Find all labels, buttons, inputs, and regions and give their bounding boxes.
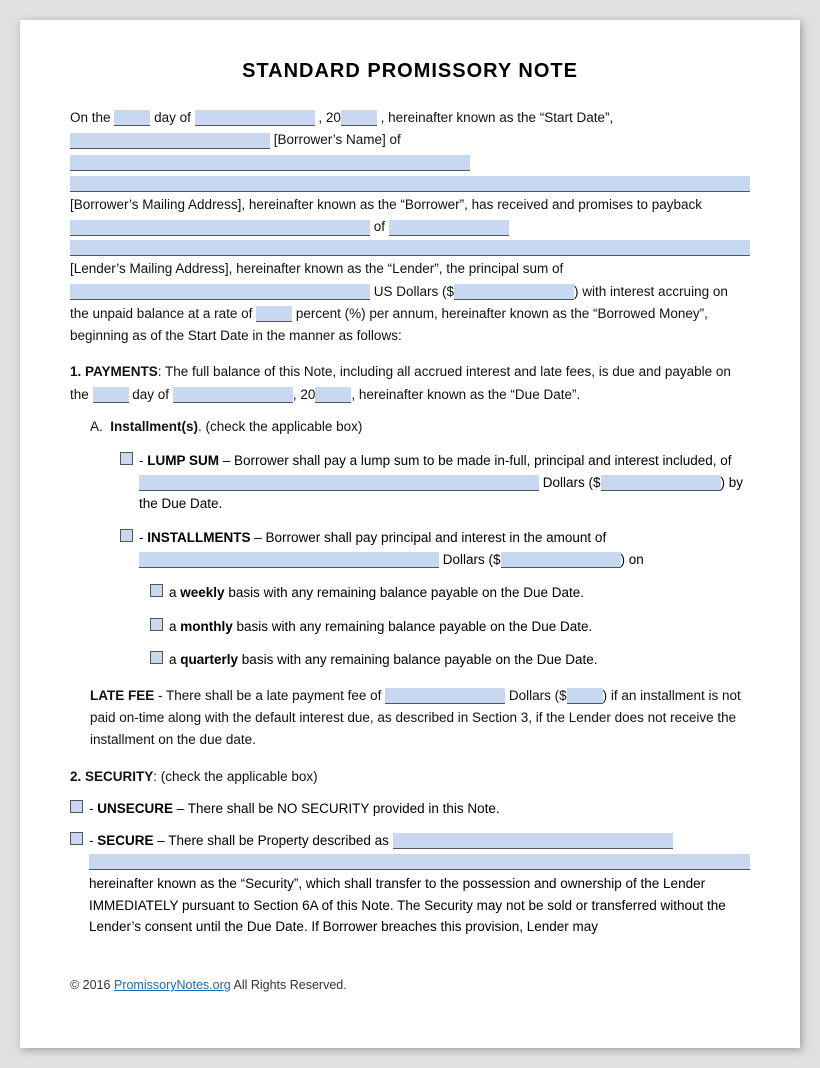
lump-sum-item: - LUMP SUM – Borrower shall pay a lump s… xyxy=(120,450,750,515)
late-fee-dollar-field[interactable] xyxy=(567,688,603,704)
lump-sum-dollar-field[interactable] xyxy=(601,475,721,491)
unsecure-label: UNSECURE xyxy=(97,801,173,816)
intro-day-of: day of xyxy=(154,110,191,125)
section-2-title: 2. SECURITY xyxy=(70,769,153,784)
quarterly-text: a quarterly basis with any remaining bal… xyxy=(169,649,598,671)
rate-field[interactable] xyxy=(256,306,292,322)
section-1-text: 1. PAYMENTS: The full balance of this No… xyxy=(70,361,750,406)
weekly-text: a weekly basis with any remaining balanc… xyxy=(169,582,584,604)
unsecure-checkbox[interactable] xyxy=(70,800,83,813)
footer-link[interactable]: PromissoryNotes.org xyxy=(114,978,231,992)
subsection-a: A. Installment(s). (check the applicable… xyxy=(90,416,750,752)
late-fee-label: LATE FEE xyxy=(90,688,154,703)
secure-label: SECURE xyxy=(97,833,153,848)
installments-heading: Installment(s) xyxy=(110,419,198,434)
lender-name-field[interactable] xyxy=(70,220,370,236)
monthly-checkbox[interactable] xyxy=(150,618,163,631)
secure-item: - SECURE – There shall be Property descr… xyxy=(70,830,750,938)
footer: © 2016 PromissoryNotes.org All Rights Re… xyxy=(70,978,750,992)
year-field-1[interactable] xyxy=(341,110,377,126)
dollar-amount-field[interactable] xyxy=(454,284,574,300)
late-fee-text: LATE FEE - There shall be a late payment… xyxy=(90,685,750,752)
lender-address-2[interactable] xyxy=(70,240,750,256)
installments-label: INSTALLMENTS xyxy=(147,530,250,545)
due-year-field[interactable] xyxy=(315,387,351,403)
unsecure-item: - UNSECURE – There shall be NO SECURITY … xyxy=(70,798,750,820)
monthly-text: a monthly basis with any remaining balan… xyxy=(169,616,592,638)
lender-address-1[interactable] xyxy=(389,220,509,236)
footer-copyright: © 2016 xyxy=(70,978,111,992)
lump-sum-text: - LUMP SUM – Borrower shall pay a lump s… xyxy=(139,450,750,515)
intro-on-the: On the xyxy=(70,110,111,125)
weekly-checkbox[interactable] xyxy=(150,584,163,597)
footer-rights: All Rights Reserved. xyxy=(233,978,346,992)
secure-property-field-1[interactable] xyxy=(393,833,673,849)
section-2-text: 2. SECURITY: (check the applicable box) xyxy=(70,766,750,788)
intro-paragraph: On the day of , 20 , hereinafter known a… xyxy=(70,107,750,347)
installments-text: - INSTALLMENTS – Borrower shall pay prin… xyxy=(139,527,750,570)
borrower-name-field[interactable] xyxy=(70,133,270,149)
unsecure-text: - UNSECURE – There shall be NO SECURITY … xyxy=(89,798,500,820)
section-1-title: 1. PAYMENTS xyxy=(70,364,158,379)
principal-field[interactable] xyxy=(70,284,370,300)
installments-dollar-field[interactable] xyxy=(501,552,621,568)
late-fee-amount-field[interactable] xyxy=(385,688,505,704)
quarterly-item: a quarterly basis with any remaining bal… xyxy=(150,649,750,671)
day-field-1[interactable] xyxy=(114,110,150,126)
borrower-address-1[interactable] xyxy=(70,155,470,171)
subsection-a-label: A. Installment(s). (check the applicable… xyxy=(90,416,750,438)
month-field-1[interactable] xyxy=(195,110,315,126)
weekly-item: a weekly basis with any remaining balanc… xyxy=(150,582,750,604)
section-1-payments: 1. PAYMENTS: The full balance of this No… xyxy=(70,361,750,751)
secure-checkbox[interactable] xyxy=(70,832,83,845)
lump-sum-checkbox[interactable] xyxy=(120,452,133,465)
document-page: STANDARD PROMISSORY NOTE On the day of ,… xyxy=(20,20,800,1048)
borrower-address-2[interactable] xyxy=(70,176,750,192)
section-2-security: 2. SECURITY: (check the applicable box) … xyxy=(70,766,750,938)
lump-sum-label: LUMP SUM xyxy=(147,453,219,468)
monthly-item: a monthly basis with any remaining balan… xyxy=(150,616,750,638)
quarterly-checkbox[interactable] xyxy=(150,651,163,664)
due-month-field[interactable] xyxy=(173,387,293,403)
lump-sum-amount-field[interactable] xyxy=(139,475,539,491)
installments-checkbox[interactable] xyxy=(120,529,133,542)
page-title: STANDARD PROMISSORY NOTE xyxy=(70,60,750,83)
late-fee-section: LATE FEE - There shall be a late payment… xyxy=(90,685,750,752)
due-day-field[interactable] xyxy=(93,387,129,403)
frequency-options: a weekly basis with any remaining balanc… xyxy=(150,582,750,671)
installments-amount-field[interactable] xyxy=(139,552,439,568)
installments-item: - INSTALLMENTS – Borrower shall pay prin… xyxy=(120,527,750,570)
secure-property-field-2[interactable] xyxy=(89,854,750,870)
secure-text: - SECURE – There shall be Property descr… xyxy=(89,830,750,938)
